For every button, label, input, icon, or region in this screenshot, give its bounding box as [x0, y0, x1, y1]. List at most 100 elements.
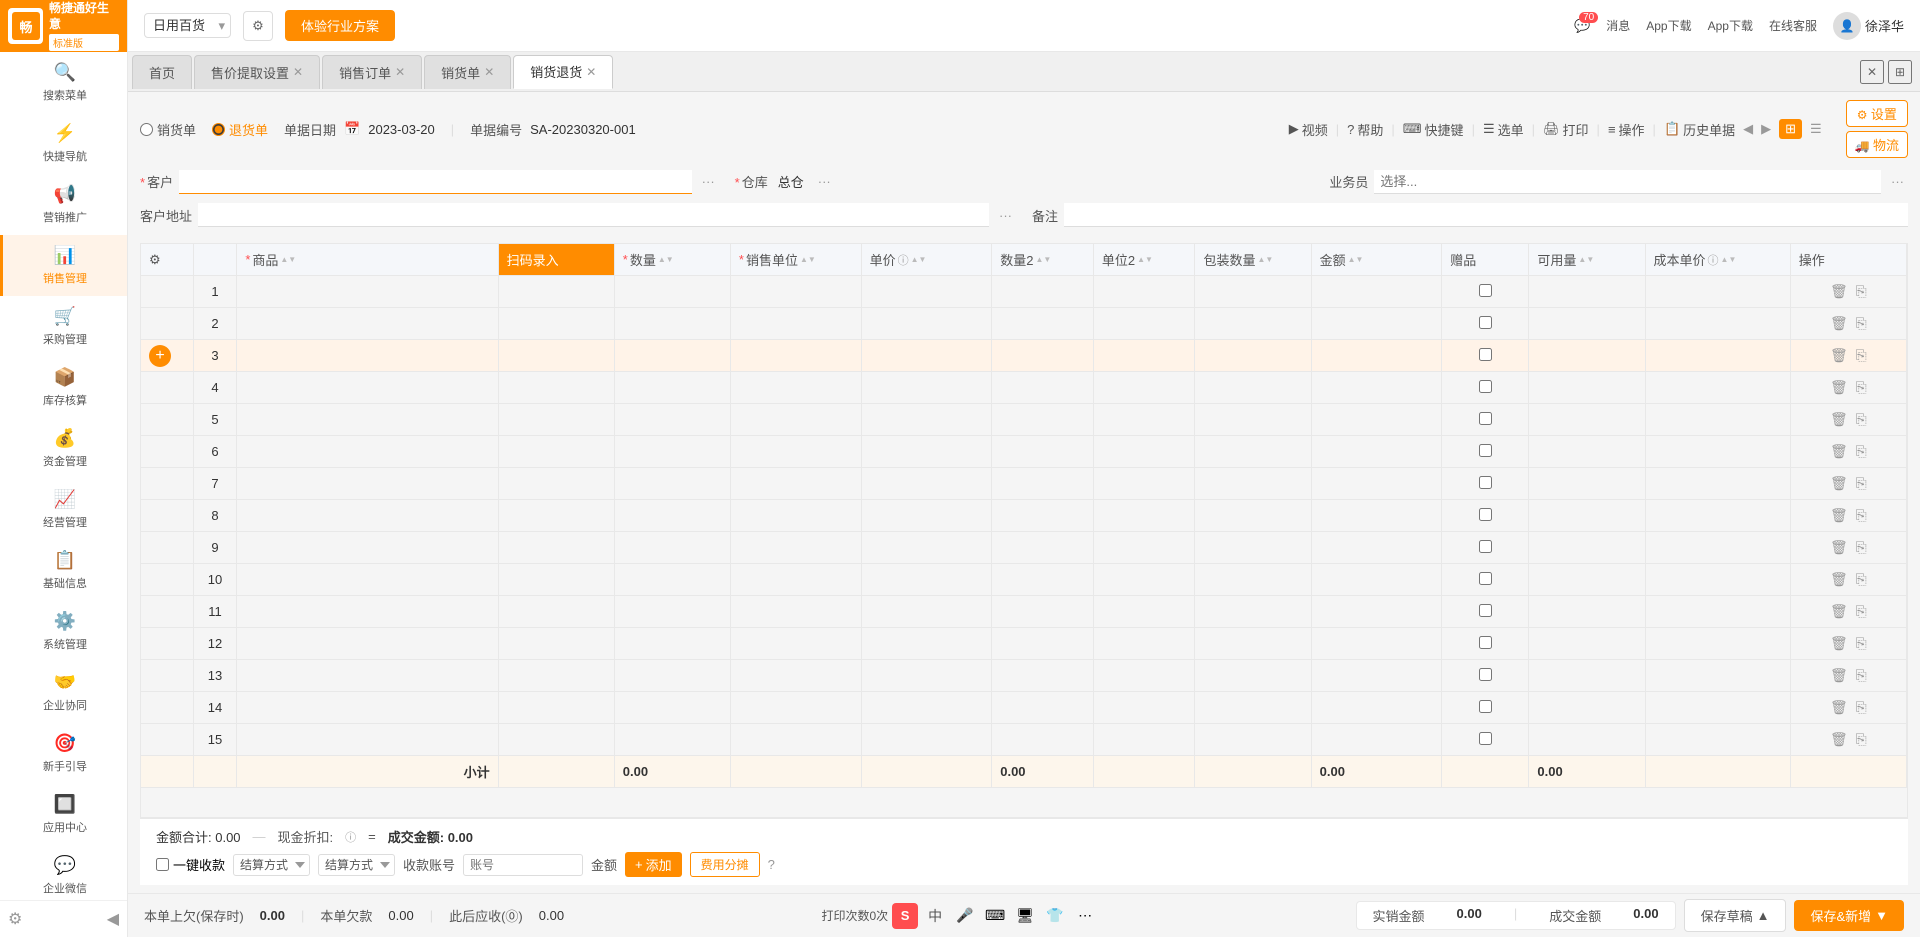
- save-draft-btn[interactable]: 保存草稿 ▲: [1684, 899, 1787, 932]
- extra-icon[interactable]: ⋯: [1072, 903, 1098, 929]
- tab-close-4[interactable]: ✕: [586, 66, 596, 78]
- action-shortcuts[interactable]: ⌨ 快捷键: [1403, 120, 1464, 139]
- gift-checkbox-15[interactable]: [1479, 732, 1492, 745]
- row-available-8[interactable]: [1529, 500, 1645, 532]
- row-amount-4[interactable]: [1311, 372, 1442, 404]
- row-cost-3[interactable]: [1645, 340, 1790, 372]
- table-container[interactable]: ⚙ *商品 ▲▼ 扫码录入: [140, 243, 1908, 818]
- row-unit2-2[interactable]: [1093, 308, 1195, 340]
- row-price-6[interactable]: [861, 436, 992, 468]
- row-pkg-3[interactable]: [1195, 340, 1311, 372]
- row-available-10[interactable]: [1529, 564, 1645, 596]
- gift-checkbox-13[interactable]: [1479, 668, 1492, 681]
- row-qty2-5[interactable]: [992, 404, 1094, 436]
- delete-row-1[interactable]: 🗑: [1828, 281, 1850, 302]
- row-price-10[interactable]: [861, 564, 992, 596]
- copy-row-13[interactable]: ⎘: [1853, 665, 1868, 686]
- copy-row-14[interactable]: ⎘: [1853, 697, 1868, 718]
- th-goods-sort[interactable]: *商品 ▲▼: [245, 250, 296, 269]
- row-unit-10[interactable]: [730, 564, 861, 596]
- settle-method-select[interactable]: 结算方式: [233, 854, 310, 876]
- action-operate[interactable]: ≡ 操作: [1608, 120, 1645, 139]
- chevron-up-icon[interactable]: ▲: [1757, 908, 1770, 923]
- row-gift-13[interactable]: [1442, 660, 1529, 692]
- row-unit2-13[interactable]: [1093, 660, 1195, 692]
- delete-row-2[interactable]: 🗑: [1828, 313, 1850, 334]
- row-unit-12[interactable]: [730, 628, 861, 660]
- cost-info-icon[interactable]: ⓘ: [1708, 252, 1719, 268]
- tab-2[interactable]: 销售订单✕: [322, 55, 422, 89]
- settings-btn[interactable]: ⚙ 设置: [1846, 100, 1908, 127]
- logistics-btn[interactable]: 🚚 物流: [1846, 131, 1908, 158]
- th-pkg[interactable]: 包装数量 ▲▼: [1195, 244, 1311, 276]
- sidebar-item-nav[interactable]: ⚡ 快捷导航: [0, 113, 127, 174]
- row-price-5[interactable]: [861, 404, 992, 436]
- row-price-8[interactable]: [861, 500, 992, 532]
- copy-row-4[interactable]: ⎘: [1853, 377, 1868, 398]
- sidebar-item-system[interactable]: ⚙️ 系统管理: [0, 601, 127, 662]
- view-grid-btn[interactable]: ⊞: [1779, 119, 1802, 139]
- sidebar-item-marketing[interactable]: 📢 营销推广: [0, 174, 127, 235]
- row-pkg-6[interactable]: [1195, 436, 1311, 468]
- tab-4[interactable]: 销货退货✕: [513, 55, 613, 89]
- row-cost-4[interactable]: [1645, 372, 1790, 404]
- row-qty-9[interactable]: [614, 532, 730, 564]
- row-qty2-14[interactable]: [992, 692, 1094, 724]
- row-price-13[interactable]: [861, 660, 992, 692]
- row-qty-2[interactable]: [614, 308, 730, 340]
- delete-row-4[interactable]: 🗑: [1828, 377, 1850, 398]
- sidebar-item-search[interactable]: 🔍 搜索菜单: [0, 52, 127, 113]
- row-price-7[interactable]: [861, 468, 992, 500]
- delete-row-3[interactable]: 🗑: [1828, 345, 1850, 366]
- row-unit2-8[interactable]: [1093, 500, 1195, 532]
- gift-checkbox-1[interactable]: [1479, 284, 1492, 297]
- monitor-icon[interactable]: 🖥: [1012, 903, 1038, 929]
- row-qty2-2[interactable]: [992, 308, 1094, 340]
- row-goods-1[interactable]: [237, 276, 498, 308]
- row-pkg-1[interactable]: [1195, 276, 1311, 308]
- row-unit-11[interactable]: [730, 596, 861, 628]
- gift-checkbox-7[interactable]: [1479, 476, 1492, 489]
- row-goods-14[interactable]: [237, 692, 498, 724]
- row-price-1[interactable]: [861, 276, 992, 308]
- th-goods[interactable]: *商品 ▲▼: [237, 244, 498, 276]
- sidebar-item-wxwork[interactable]: 💬 企业微信: [0, 845, 127, 900]
- customer-more-btn[interactable]: ···: [698, 174, 719, 189]
- row-qty-3[interactable]: [614, 340, 730, 372]
- row-goods-9[interactable]: [237, 532, 498, 564]
- sidebar-item-guide[interactable]: 🎯 新手引导: [0, 723, 127, 784]
- row-gift-15[interactable]: [1442, 724, 1529, 756]
- row-amount-9[interactable]: [1311, 532, 1442, 564]
- row-goods-3[interactable]: [237, 340, 498, 372]
- row-pkg-11[interactable]: [1195, 596, 1311, 628]
- row-amount-7[interactable]: [1311, 468, 1442, 500]
- row-amount-13[interactable]: [1311, 660, 1442, 692]
- gift-checkbox-9[interactable]: [1479, 540, 1492, 553]
- row-available-12[interactable]: [1529, 628, 1645, 660]
- row-available-6[interactable]: [1529, 436, 1645, 468]
- th-qty[interactable]: *数量 ▲▼: [614, 244, 730, 276]
- row-available-2[interactable]: [1529, 308, 1645, 340]
- row-unit2-9[interactable]: [1093, 532, 1195, 564]
- row-unit2-11[interactable]: [1093, 596, 1195, 628]
- row-price-3[interactable]: [861, 340, 992, 372]
- row-gift-14[interactable]: [1442, 692, 1529, 724]
- row-qty-8[interactable]: [614, 500, 730, 532]
- row-cost-7[interactable]: [1645, 468, 1790, 500]
- row-available-3[interactable]: [1529, 340, 1645, 372]
- mic-icon[interactable]: 🎤: [952, 903, 978, 929]
- goods-input-3[interactable]: [245, 348, 489, 363]
- gift-checkbox-3[interactable]: [1479, 348, 1492, 361]
- row-price-9[interactable]: [861, 532, 992, 564]
- th-available[interactable]: 可用量 ▲▼: [1529, 244, 1645, 276]
- add-row-btn[interactable]: +: [149, 345, 171, 367]
- topbar-gear-btn[interactable]: ⚙: [243, 11, 273, 41]
- th-gift[interactable]: 赠品: [1442, 244, 1529, 276]
- action-print[interactable]: 🖨 打印: [1543, 120, 1589, 139]
- gift-checkbox-12[interactable]: [1479, 636, 1492, 649]
- tab-close-1[interactable]: ✕: [293, 66, 303, 78]
- row-goods-2[interactable]: [237, 308, 498, 340]
- row-qty2-7[interactable]: [992, 468, 1094, 500]
- th-unit[interactable]: *销售单位 ▲▼: [730, 244, 861, 276]
- next-record-btn[interactable]: ▶: [1761, 121, 1771, 137]
